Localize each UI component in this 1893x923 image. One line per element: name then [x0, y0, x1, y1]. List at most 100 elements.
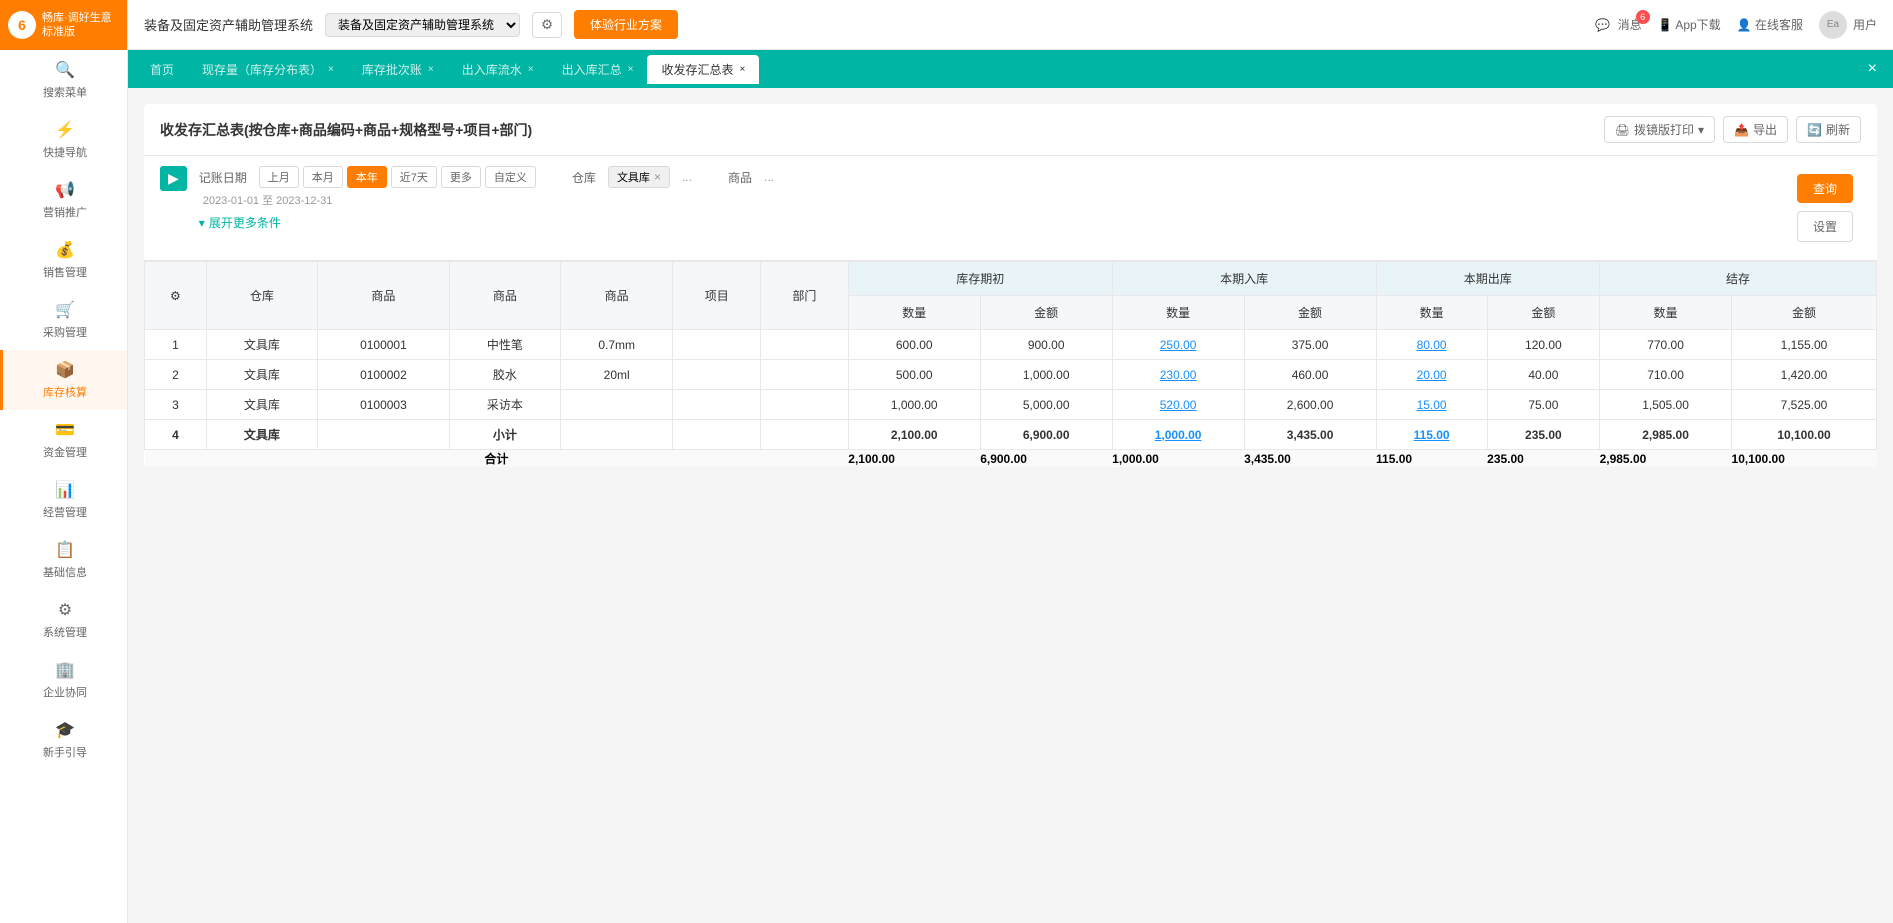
th-balance: 结存 [1600, 262, 1877, 296]
online-service-area[interactable]: 👤 在线客服 [1737, 16, 1803, 33]
th-out-amt: 金额 [1487, 296, 1599, 330]
enterprise-icon: 🏢 [55, 660, 75, 680]
print-icon: 🖨 [1615, 123, 1630, 137]
th-settings[interactable]: ⚙ [145, 262, 207, 330]
system-selector[interactable]: 装备及固定资产辅助管理系统 [325, 13, 520, 37]
date-btn-7days[interactable]: 近7天 [391, 166, 437, 188]
tab-inout-summary[interactable]: 出入库汇总 × [548, 55, 648, 84]
row-spec: 0.7mm [560, 330, 672, 360]
row-in-qty-link[interactable]: 520.00 [1160, 398, 1197, 412]
date-buttons: 上月 本月 本年 近7天 更多 自定义 [259, 166, 536, 188]
sidebar-item-search[interactable]: 🔍 搜索菜单 [0, 50, 127, 110]
tab-close-inout-summary[interactable]: × [628, 64, 634, 75]
th-goods-name: 商品 [449, 262, 560, 330]
row-bal-qty: 1,505.00 [1600, 390, 1732, 420]
row-out-qty[interactable]: 15.00 [1376, 390, 1487, 420]
date-btn-more[interactable]: 更多 [441, 166, 481, 188]
row-project [673, 360, 761, 390]
row-out-qty[interactable]: 20.00 [1376, 360, 1487, 390]
warehouse-tag-close[interactable]: × [654, 170, 661, 184]
row-in-qty-link[interactable]: 1,000.00 [1155, 428, 1202, 442]
date-btn-prev-month[interactable]: 上月 [259, 166, 299, 188]
sidebar-item-guide[interactable]: 🎓 新手引导 [0, 710, 127, 770]
row-department [761, 420, 849, 450]
row-out-qty-link[interactable]: 115.00 [1414, 428, 1450, 442]
tab-batch-account[interactable]: 库存批次账 × [348, 55, 448, 84]
row-in-qty[interactable]: 230.00 [1112, 360, 1244, 390]
total-label: 合计 [145, 450, 849, 468]
filter-row-1: 记账日期 上月 本月 本年 近7天 更多 自定义 仓库 文具库 × [199, 166, 1777, 188]
tab-recv-send-summary[interactable]: 收发存汇总表 × [647, 55, 759, 84]
warehouse-ellipsis[interactable]: ... [682, 170, 692, 184]
logo-text: 畅库·调好生意 标准版 [42, 11, 112, 40]
set-button[interactable]: 设置 [1797, 211, 1853, 242]
tab-bar-close-button[interactable]: × [1860, 60, 1885, 78]
notification-count: 6 [1636, 10, 1650, 24]
row-out-qty-link[interactable]: 80.00 [1417, 338, 1447, 352]
row-project [673, 330, 761, 360]
table-row: 1文具库0100001中性笔0.7mm600.00900.00250.00375… [145, 330, 1877, 360]
row-out-qty-link[interactable]: 20.00 [1417, 368, 1447, 382]
row-open-amt: 900.00 [980, 330, 1112, 360]
export-button[interactable]: 📤 导出 [1723, 116, 1788, 143]
tab-inout-flow[interactable]: 出入库流水 × [448, 55, 548, 84]
sidebar-item-system[interactable]: ⚙ 系统管理 [0, 590, 127, 650]
settings-gear-button[interactable]: ⚙ [532, 12, 562, 38]
warehouse-tag: 文具库 × [608, 166, 670, 188]
sidebar-item-marketing[interactable]: 📢 营销推广 [0, 170, 127, 230]
th-project: 项目 [673, 262, 761, 330]
tab-home[interactable]: 首页 [136, 55, 188, 84]
row-in-qty[interactable]: 250.00 [1112, 330, 1244, 360]
date-btn-custom[interactable]: 自定义 [485, 166, 536, 188]
row-department [761, 390, 849, 420]
sales-icon: 💰 [55, 240, 75, 260]
query-area: 查询 设置 [1789, 166, 1861, 250]
sidebar-item-finance[interactable]: 💳 资金管理 [0, 410, 127, 470]
service-icon: 👤 [1737, 18, 1752, 32]
row-in-qty-link[interactable]: 230.00 [1160, 368, 1197, 382]
row-out-qty[interactable]: 80.00 [1376, 330, 1487, 360]
goods-ellipsis[interactable]: ... [764, 170, 774, 184]
sidebar-item-quicknav[interactable]: ⚡ 快捷导航 [0, 110, 127, 170]
print-button[interactable]: 🖨 拨镜版打印 ▾ [1604, 116, 1715, 143]
query-button[interactable]: 查询 [1797, 174, 1853, 203]
row-in-qty-link[interactable]: 250.00 [1160, 338, 1197, 352]
row-code: 0100003 [317, 390, 449, 420]
row-out-qty[interactable]: 115.00 [1376, 420, 1487, 450]
row-no: 2 [145, 360, 207, 390]
operation-icon: 📊 [55, 480, 75, 500]
tab-close-batch-account[interactable]: × [428, 64, 434, 75]
notification-area[interactable]: 💬 6 消息 [1595, 16, 1641, 33]
sidebar-item-enterprise[interactable]: 🏢 企业协同 [0, 650, 127, 710]
sidebar-item-operation[interactable]: 📊 经营管理 [0, 470, 127, 530]
th-opening-qty: 数量 [848, 296, 980, 330]
date-btn-curr-month[interactable]: 本月 [303, 166, 343, 188]
row-department [761, 360, 849, 390]
tab-close-inout-flow[interactable]: × [528, 64, 534, 75]
row-out-qty-link[interactable]: 15.00 [1417, 398, 1447, 412]
th-warehouse: 仓库 [206, 262, 317, 330]
sidebar: 6 畅库·调好生意 标准版 🔍 搜索菜单 ⚡ 快捷导航 📢 营销推广 💰 销售管… [0, 0, 128, 923]
sidebar-item-basic[interactable]: 📋 基础信息 [0, 530, 127, 590]
sidebar-item-sales[interactable]: 💰 销售管理 [0, 230, 127, 290]
sidebar-item-inventory[interactable]: 📦 库存核算 [0, 350, 127, 410]
date-btn-curr-year[interactable]: 本年 [347, 166, 387, 188]
trial-button[interactable]: 体验行业方案 [574, 10, 678, 39]
row-in-qty[interactable]: 520.00 [1112, 390, 1244, 420]
tab-inventory-dist[interactable]: 现存量（库存分布表） × [188, 55, 348, 84]
row-project [673, 390, 761, 420]
expand-button[interactable]: ▾ 展开更多条件 [199, 214, 1777, 231]
sidebar-item-purchase[interactable]: 🛒 采购管理 [0, 290, 127, 350]
filter-arrow-button[interactable]: ▶ [160, 166, 187, 191]
refresh-button[interactable]: 🔄 刷新 [1796, 116, 1861, 143]
app-download-area[interactable]: 📱 App下载 [1658, 16, 1721, 33]
row-bal-qty: 2,985.00 [1600, 420, 1732, 450]
row-in-qty[interactable]: 1,000.00 [1112, 420, 1244, 450]
app-icon: 📱 [1658, 18, 1673, 32]
basic-icon: 📋 [55, 540, 75, 560]
tab-close-recv-send-summary[interactable]: × [739, 64, 745, 75]
tab-close-inventory-dist[interactable]: × [328, 64, 334, 75]
filter-bar: ▶ 记账日期 上月 本月 本年 近7天 更多 自定义 仓库 [144, 156, 1877, 261]
user-area[interactable]: Ea 用户 [1819, 11, 1877, 39]
row-in-amt: 2,600.00 [1244, 390, 1376, 420]
